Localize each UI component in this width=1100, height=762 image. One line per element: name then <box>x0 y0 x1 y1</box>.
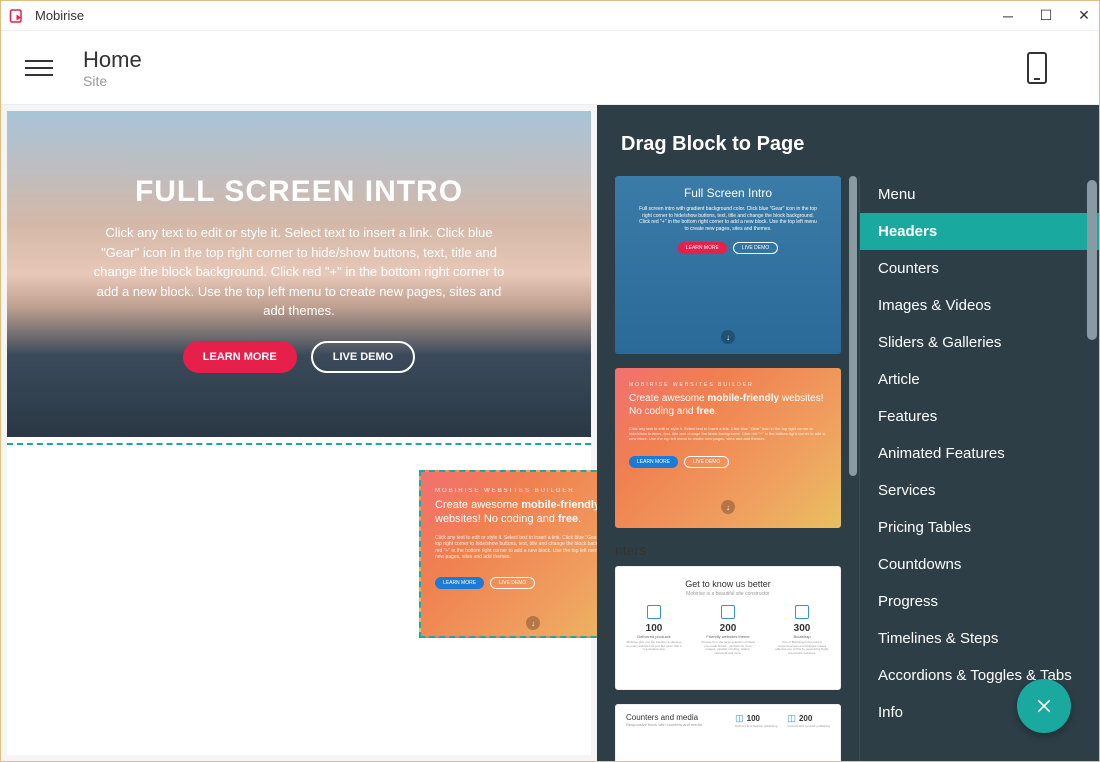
counter-column: 100Delivered productsMobirise give you t… <box>625 605 683 655</box>
counter-media-item: ◫100Delivery and desktop publishing <box>735 713 777 728</box>
drag-pretitle: MOBIRISE WEBSITES BUILDER <box>435 488 597 494</box>
close-icon <box>1034 696 1054 716</box>
category-item[interactable]: Pricing Tables <box>860 509 1099 546</box>
drag-learn-more-button: LEARN MORE <box>435 577 484 589</box>
scroll-down-icon: ↓ <box>526 616 540 630</box>
intro-hero-block[interactable]: FULL SCREEN INTRO Click any text to edit… <box>7 111 591 437</box>
category-item[interactable]: Sliders & Galleries <box>860 324 1099 361</box>
block-thumb-counters-media[interactable]: Counters and media Responsive block with… <box>615 704 841 761</box>
category-item[interactable]: Images & Videos <box>860 287 1099 324</box>
block-thumb-gradient-intro[interactable]: MOBIRISE WEBSITES BUILDER Create awesome… <box>615 368 841 528</box>
canvas-area[interactable]: FULL SCREEN INTRO Click any text to edit… <box>1 105 597 761</box>
close-panel-button[interactable] <box>1017 679 1071 733</box>
window-close-button[interactable]: ✕ <box>1077 9 1091 23</box>
page-subtitle: Site <box>83 73 1027 89</box>
window-maximize-button[interactable]: ☐ <box>1039 9 1053 23</box>
blocks-panel: Drag Block to Page Full Screen Intro Ful… <box>597 105 1099 761</box>
counter-media-item: ◫200Friendly and modular publishing <box>787 713 830 728</box>
app-title: Mobirise <box>35 8 1001 23</box>
category-item[interactable]: Counters <box>860 250 1099 287</box>
dragging-block-preview[interactable]: MOBIRISE WEBSITES BUILDER Create awesome… <box>419 470 597 638</box>
category-item[interactable]: Headers <box>860 213 1099 250</box>
hamburger-menu-icon[interactable] <box>25 60 53 76</box>
window-minimize-button[interactable]: ─ <box>1001 9 1015 23</box>
window-titlebar: Mobirise ─ ☐ ✕ <box>1 1 1099 31</box>
category-item[interactable]: Article <box>860 361 1099 398</box>
app-logo-icon <box>9 7 27 25</box>
page-info: Home Site <box>83 47 1027 89</box>
category-item[interactable]: Animated Features <box>860 435 1099 472</box>
drag-headline: Create awesome mobile-friendly websites!… <box>435 498 597 527</box>
counters-section-label: nters <box>615 542 841 558</box>
panel-header: Drag Block to Page <box>597 105 1099 176</box>
counter-column: 300BootstrapOne of Bootstrap's big point… <box>773 605 831 655</box>
intro-description[interactable]: Click any text to edit or style it. Sele… <box>89 223 509 321</box>
live-demo-button[interactable]: LIVE DEMO <box>311 341 416 373</box>
category-item[interactable]: Features <box>860 398 1099 435</box>
scroll-down-icon: ↓ <box>721 330 735 344</box>
block-thumb-fullscreen-intro[interactable]: Full Screen Intro Full screen intro with… <box>615 176 841 354</box>
learn-more-button[interactable]: LEARN MORE <box>183 341 297 373</box>
drag-live-demo-button: LIVE DEMO <box>490 577 535 589</box>
intro-title[interactable]: FULL SCREEN INTRO <box>135 175 463 209</box>
block-categories-list[interactable]: MenuHeadersCountersImages & VideosSlider… <box>859 176 1099 761</box>
category-item[interactable]: Progress <box>860 583 1099 620</box>
app-toolbar: Home Site <box>1 31 1099 105</box>
scroll-down-icon: ↓ <box>721 500 735 514</box>
drag-description: Click any text to edit or style it. Sele… <box>435 535 597 561</box>
category-item[interactable]: Timelines & Steps <box>860 620 1099 657</box>
block-thumb-counters[interactable]: Get to know us better Mobirise is a beau… <box>615 566 841 690</box>
block-thumbnails-list[interactable]: Full Screen Intro Full screen intro with… <box>597 176 859 761</box>
categories-scrollbar[interactable] <box>1087 180 1097 340</box>
mobile-preview-icon[interactable] <box>1027 52 1047 84</box>
drop-target-indicator <box>7 443 591 445</box>
category-item[interactable]: Countdowns <box>860 546 1099 583</box>
blocks-scrollbar[interactable] <box>849 176 857 476</box>
category-item[interactable]: Menu <box>860 176 1099 213</box>
page-title: Home <box>83 47 1027 73</box>
category-item[interactable]: Services <box>860 472 1099 509</box>
counter-column: 200Friendly websites themeChoose from th… <box>699 605 757 655</box>
